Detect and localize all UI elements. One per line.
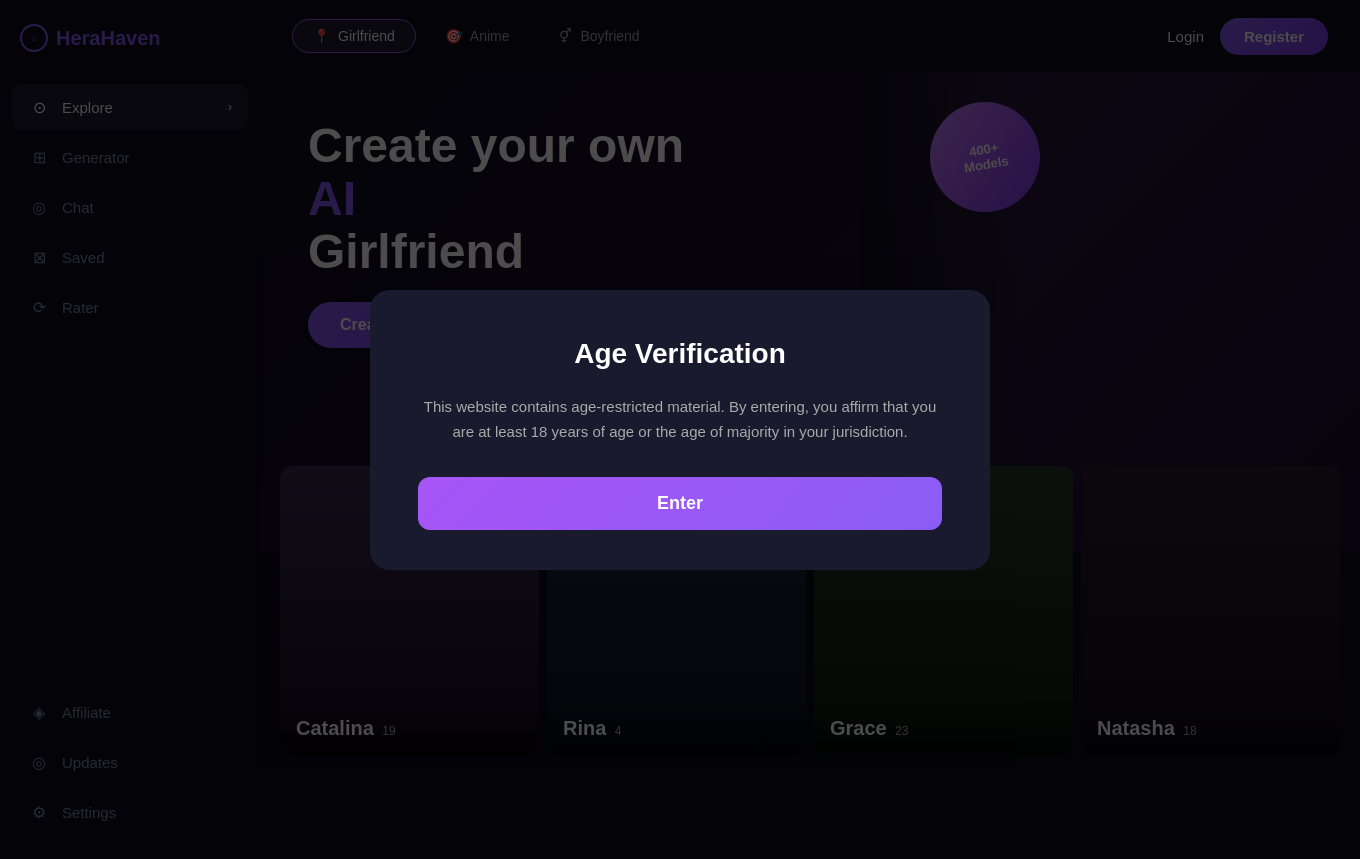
age-verification-modal: Age Verification This website contains a… [370, 290, 990, 570]
modal-enter-button[interactable]: Enter [418, 477, 942, 530]
modal-body: This website contains age-restricted mat… [418, 394, 942, 445]
modal-title: Age Verification [418, 338, 942, 370]
modal-overlay: Age Verification This website contains a… [0, 0, 1360, 859]
